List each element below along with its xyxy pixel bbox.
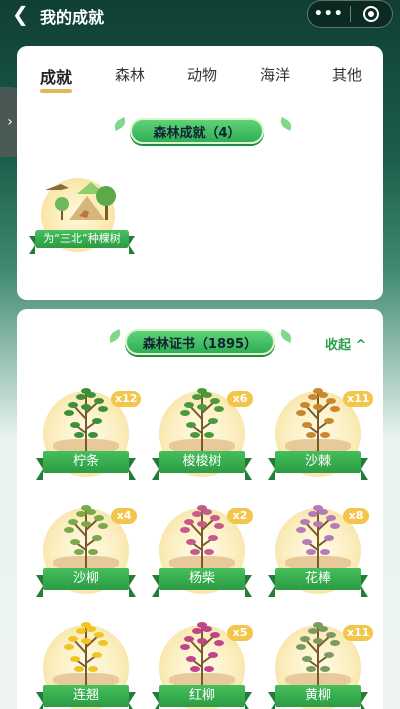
tab-forest[interactable]: 森林	[115, 64, 145, 85]
leaf-icon	[111, 117, 129, 131]
certificate-item[interactable]: x2 杨柴	[152, 496, 253, 597]
certificate-count-badge: x2	[227, 508, 253, 524]
achievement-badge[interactable]: 为“三北”种棵树	[29, 172, 135, 254]
close-button[interactable]	[351, 6, 393, 22]
certificate-count-badge: x11	[343, 625, 374, 641]
badge-label: 为“三北”种棵树	[29, 230, 135, 254]
certificate-item[interactable]: x5 红柳	[152, 613, 253, 709]
active-tab-indicator	[40, 89, 72, 93]
forest-achievements-title: 森林成就（4）	[153, 125, 241, 141]
achievement-card: 成就 森林 动物 海洋 其他 森林成就（4） 为“三北”种棵树	[17, 46, 383, 300]
certificate-count-badge: x12	[111, 391, 142, 407]
certificate-item[interactable]: 连翘	[36, 613, 136, 709]
certificate-name: 沙柳	[36, 568, 136, 597]
certificate-item[interactable]: x11 黄柳	[268, 613, 374, 709]
certificate-item[interactable]: x12 柠条	[36, 379, 142, 480]
tab-other[interactable]: 其他	[332, 64, 362, 85]
plant-icon	[296, 388, 340, 451]
tab-ocean[interactable]: 海洋	[260, 64, 290, 85]
target-icon	[363, 6, 380, 22]
certificate-item[interactable]: x8 花棒	[268, 496, 369, 597]
forest-certificates-title: 森林证书（1895）	[142, 336, 258, 352]
top-bar: ❮ 我的成就 •••	[0, 0, 400, 30]
certificate-count-badge: x8	[343, 508, 369, 524]
certificate-count-badge: x4	[111, 508, 137, 524]
certificate-item[interactable]: x11 沙棘	[268, 379, 374, 480]
certificate-name: 花棒	[268, 568, 368, 597]
leaf-icon	[277, 117, 295, 131]
certificate-item[interactable]: x4 沙柳	[36, 496, 137, 597]
certificate-name: 红柳	[152, 685, 252, 709]
mini-program-capsule: •••	[307, 0, 393, 28]
certificate-item[interactable]: x6 梭梭树	[152, 379, 253, 480]
certificate-count-badge: x5	[227, 625, 253, 641]
certificate-card: 森林证书（1895） 收起 ^ x12 柠条 x6 梭梭树 x11 沙棘 x4 沙柳 x2 杨柴 x…	[17, 309, 383, 709]
page-title: 我的成就	[40, 8, 105, 27]
plant-icon	[180, 505, 224, 568]
plant-icon	[64, 388, 108, 451]
leaf-icon	[106, 329, 124, 343]
certificate-name: 柠条	[36, 451, 136, 480]
certificate-name: 沙棘	[268, 451, 368, 480]
leaf-icon	[277, 329, 295, 343]
plant-icon	[296, 622, 340, 685]
certificate-name: 杨柴	[152, 568, 252, 597]
certificate-count-badge: x6	[227, 391, 253, 407]
plant-icon	[180, 388, 224, 451]
section-title-ribbon: 森林证书（1895）	[125, 329, 275, 355]
chevron-left-icon[interactable]: ❮	[12, 4, 29, 24]
section-title-ribbon: 森林成就（4）	[130, 118, 264, 144]
desert-tree-icon	[45, 182, 116, 220]
plant-icon	[64, 622, 108, 685]
tab-achievement[interactable]: 成就	[40, 64, 72, 88]
tab-animal[interactable]: 动物	[187, 64, 217, 85]
plant-icon	[296, 505, 340, 568]
certificate-count-badge: x11	[343, 391, 374, 407]
certificate-name: 连翘	[36, 685, 136, 709]
plant-icon	[64, 505, 108, 568]
more-button[interactable]: •••	[308, 6, 350, 22]
chevron-right-icon: ›	[7, 114, 13, 130]
certificate-name: 梭梭树	[152, 451, 252, 480]
plant-icon	[180, 622, 224, 685]
collapse-button[interactable]: 收起 ^	[325, 334, 366, 353]
certificate-name: 黄柳	[268, 685, 368, 709]
